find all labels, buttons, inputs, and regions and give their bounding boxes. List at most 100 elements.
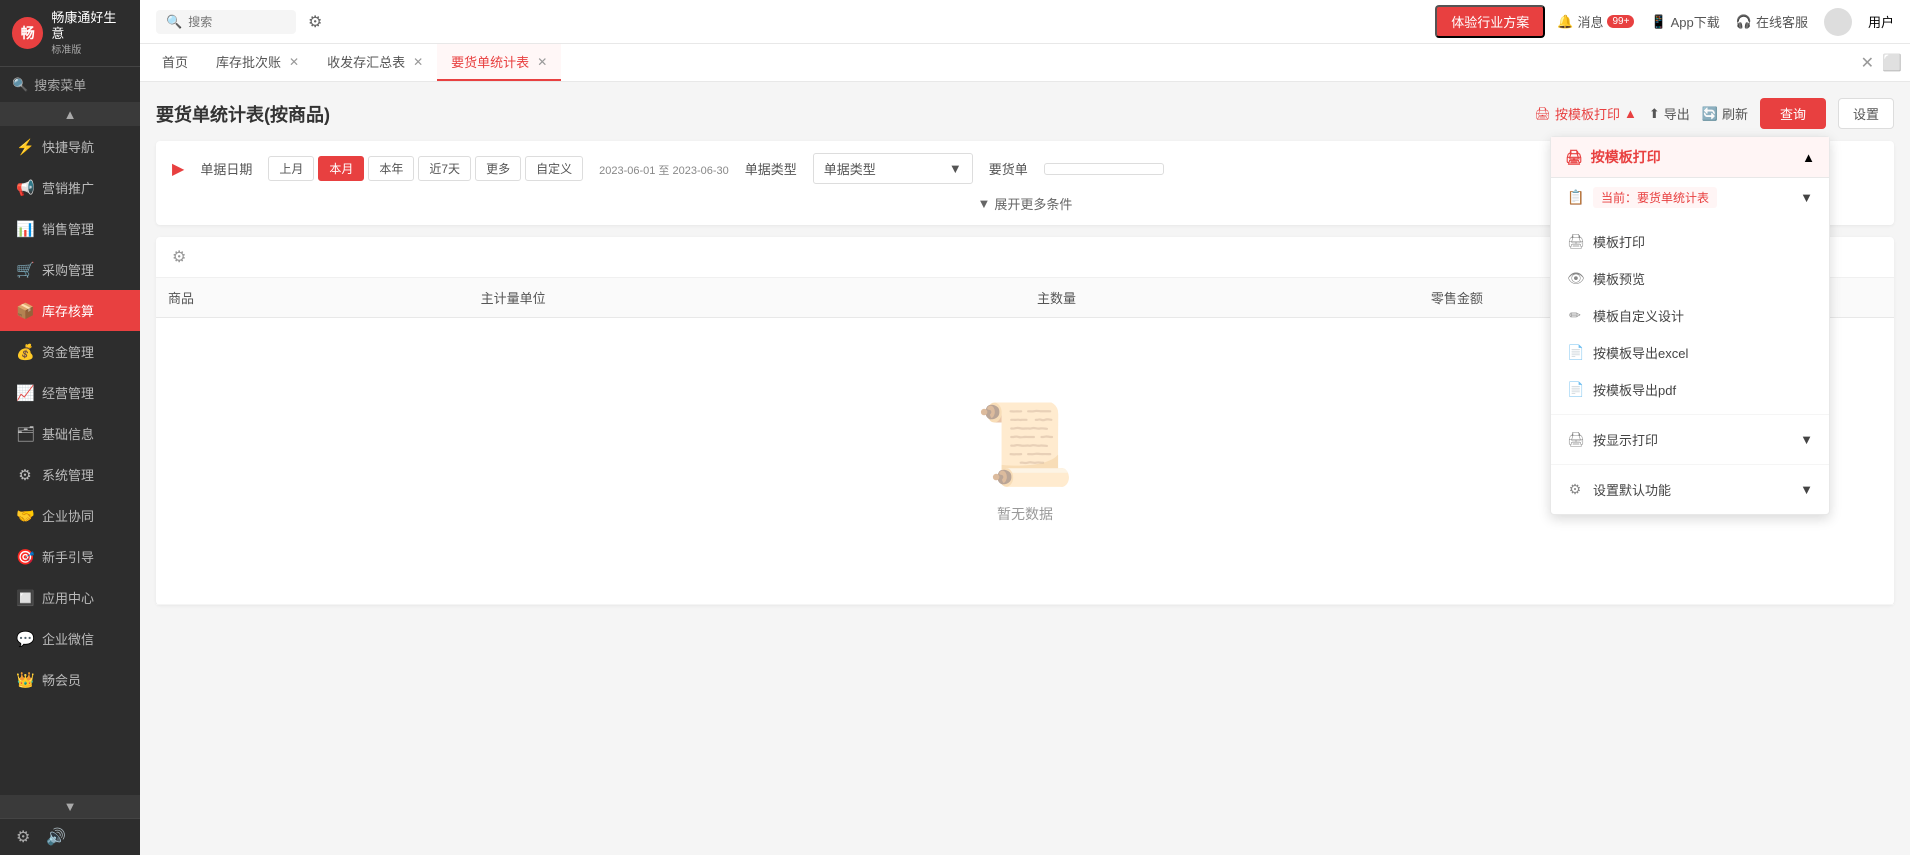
sidebar-search-label: 搜索菜单: [34, 75, 86, 94]
dropdown-set-default[interactable]: ⚙ 设置默认功能 ▼: [1551, 471, 1829, 508]
notification-label: 消息: [1577, 12, 1603, 31]
app-download-group[interactable]: 📱 App下载: [1650, 12, 1719, 31]
dropdown-section-items: 🖨 模板打印 👁 模板预览 ✏ 模板自定义设计 📄 按模板导出excel 📄 按…: [1551, 217, 1829, 415]
tab-close-window-btn[interactable]: ✕: [1861, 53, 1874, 73]
th-product: 商品: [156, 278, 469, 318]
goods-filter-input[interactable]: [1044, 163, 1164, 175]
notification-group[interactable]: 🔔 消息 99+: [1557, 12, 1634, 31]
purchase-icon: 🛒: [16, 261, 34, 279]
scroll-up-btn[interactable]: ▲: [0, 103, 140, 126]
set-default-icon: ⚙: [1567, 481, 1583, 498]
sidebar-item-operations[interactable]: 📈 经营管理: [0, 372, 140, 413]
topbar-search-input[interactable]: [188, 15, 288, 29]
export-button[interactable]: ⬆ 导出: [1649, 104, 1690, 123]
trial-button[interactable]: 体验行业方案: [1435, 5, 1545, 38]
dropdown-item-template-custom[interactable]: ✏ 模板自定义设计: [1551, 297, 1829, 334]
app-name: 畅康通好生意: [51, 10, 128, 41]
printer-icon: 🖨: [1534, 106, 1551, 122]
sidebar-item-finance[interactable]: 💰 资金管理: [0, 331, 140, 372]
sidebar-item-enterprise[interactable]: 🤝 企业协同: [0, 495, 140, 536]
date-more-btn[interactable]: 更多: [475, 156, 521, 181]
headset-icon: 🎧: [1736, 14, 1752, 30]
template-excel-icon: 📄: [1567, 344, 1583, 361]
guide-icon: 🎯: [16, 548, 34, 566]
table-settings-icon[interactable]: ⚙: [172, 247, 186, 267]
dropdown-header[interactable]: 🖨 按模板打印 ▲: [1551, 137, 1829, 178]
tab-collection-summary[interactable]: 收发存汇总表 ✕: [313, 44, 437, 81]
date-last-month-btn[interactable]: 上月: [268, 156, 314, 181]
type-filter-select[interactable]: 单据类型 ▼: [813, 153, 973, 184]
dropdown-item-template-print[interactable]: 🖨 模板打印: [1551, 223, 1829, 260]
date-this-year-btn[interactable]: 本年: [368, 156, 414, 181]
scroll-down-btn[interactable]: ▼: [0, 795, 140, 818]
sidebar-search[interactable]: 🔍 搜索菜单: [0, 67, 140, 103]
app-version: 标准版: [51, 41, 128, 56]
sidebar: 畅 畅康通好生意 标准版 🔍 搜索菜单 ▲ ⚡ 快捷导航 📢 营销推广 📊 销售…: [0, 0, 140, 855]
sidebar-item-quick-nav[interactable]: ⚡ 快捷导航: [0, 126, 140, 167]
dropdown-display-print[interactable]: 🖨 按显示打印 ▼: [1551, 421, 1829, 458]
sidebar-item-weixin[interactable]: 💬 企业微信: [0, 618, 140, 659]
user-label: 用户: [1868, 12, 1894, 31]
sidebar-bottom: ⚙ 🔊: [0, 818, 140, 855]
goods-filter-label: 要货单: [989, 159, 1028, 178]
print-dropdown-panel: 🖨 按模板打印 ▲ 📋 当前：要货单统计表 ▼ 🖨 模板打印 👁 模板预览 ✏ …: [1550, 136, 1830, 515]
sidebar-item-system[interactable]: ⚙ 系统管理: [0, 454, 140, 495]
sidebar-item-base[interactable]: 🗂 基础信息: [0, 413, 140, 454]
customer-service-group[interactable]: 🎧 在线客服: [1736, 12, 1808, 31]
sidebar-item-guide[interactable]: 🎯 新手引导: [0, 536, 140, 577]
tab-home[interactable]: 首页: [148, 44, 202, 81]
appstore-label: 应用中心: [42, 588, 94, 607]
tab-collection-summary-close[interactable]: ✕: [413, 55, 423, 69]
template-pdf-icon: 📄: [1567, 381, 1583, 398]
dropdown-current-template[interactable]: 📋 当前：要货单统计表 ▼: [1551, 178, 1829, 217]
user-avatar[interactable]: [1824, 8, 1852, 36]
enterprise-icon: 🤝: [16, 507, 34, 525]
topbar-gear-icon[interactable]: ⚙: [308, 12, 322, 32]
tab-batch-account-close[interactable]: ✕: [289, 55, 299, 69]
sidebar-item-sales[interactable]: 📊 销售管理: [0, 208, 140, 249]
sidebar-item-inventory[interactable]: 📦 库存核算: [0, 290, 140, 331]
query-button[interactable]: 查询: [1760, 98, 1826, 129]
dropdown-item-template-excel[interactable]: 📄 按模板导出excel: [1551, 334, 1829, 371]
dropdown-title: 按模板打印: [1591, 147, 1661, 167]
speaker-icon[interactable]: 🔊: [46, 827, 66, 847]
tab-expand-btn[interactable]: ⬜: [1882, 53, 1902, 73]
refresh-label: 刷新: [1722, 104, 1748, 123]
page-title: 要货单统计表(按商品): [156, 101, 330, 127]
refresh-button[interactable]: 🔄 刷新: [1702, 104, 1748, 123]
display-print-label: 按显示打印: [1593, 430, 1658, 449]
topbar-right: 🔔 消息 99+ 📱 App下载 🎧 在线客服 用户: [1557, 8, 1894, 36]
date-custom-btn[interactable]: 自定义: [525, 156, 583, 181]
refresh-icon: 🔄: [1702, 106, 1718, 122]
sidebar-item-marketing[interactable]: 📢 营销推广: [0, 167, 140, 208]
template-custom-icon: ✏: [1567, 307, 1583, 324]
sidebar-item-appstore[interactable]: 🔲 应用中心: [0, 577, 140, 618]
dropdown-item-template-pdf[interactable]: 📄 按模板导出pdf: [1551, 371, 1829, 408]
topbar-search-box[interactable]: 🔍: [156, 10, 296, 34]
set-default-chevron-icon: ▼: [1800, 482, 1813, 497]
settings-bottom-icon[interactable]: ⚙: [16, 827, 30, 847]
customer-service-label: 在线客服: [1756, 12, 1808, 31]
date-last-7-btn[interactable]: 近7天: [418, 156, 471, 181]
tab-order-stats-close[interactable]: ✕: [537, 55, 547, 69]
topbar-search-icon: 🔍: [166, 14, 182, 30]
print-button[interactable]: 🖨 按模板打印 ▲: [1534, 104, 1636, 123]
tab-order-stats[interactable]: 要货单统计表 ✕: [437, 44, 561, 81]
appstore-icon: 🔲: [16, 589, 34, 607]
date-filter-label: 单据日期: [200, 159, 252, 178]
template-icon: 📋: [1567, 189, 1583, 206]
date-this-month-btn[interactable]: 本月: [318, 156, 364, 181]
filter-expand-icon[interactable]: ▶: [172, 159, 184, 179]
guide-label: 新手引导: [42, 547, 94, 566]
dropdown-item-template-preview[interactable]: 👁 模板预览: [1551, 260, 1829, 297]
settings-button[interactable]: 设置: [1838, 98, 1894, 129]
sidebar-item-purchase[interactable]: 🛒 采购管理: [0, 249, 140, 290]
operations-label: 经营管理: [42, 383, 94, 402]
tab-batch-account[interactable]: 库存批次账 ✕: [202, 44, 313, 81]
tab-collection-summary-label: 收发存汇总表: [327, 52, 405, 71]
type-select-value: 单据类型: [824, 159, 876, 178]
sidebar-item-member[interactable]: 👑 畅会员: [0, 659, 140, 700]
system-icon: ⚙: [16, 466, 34, 484]
logo-text-group: 畅康通好生意 标准版: [51, 10, 128, 56]
dropdown-section-default: ⚙ 设置默认功能 ▼: [1551, 465, 1829, 514]
